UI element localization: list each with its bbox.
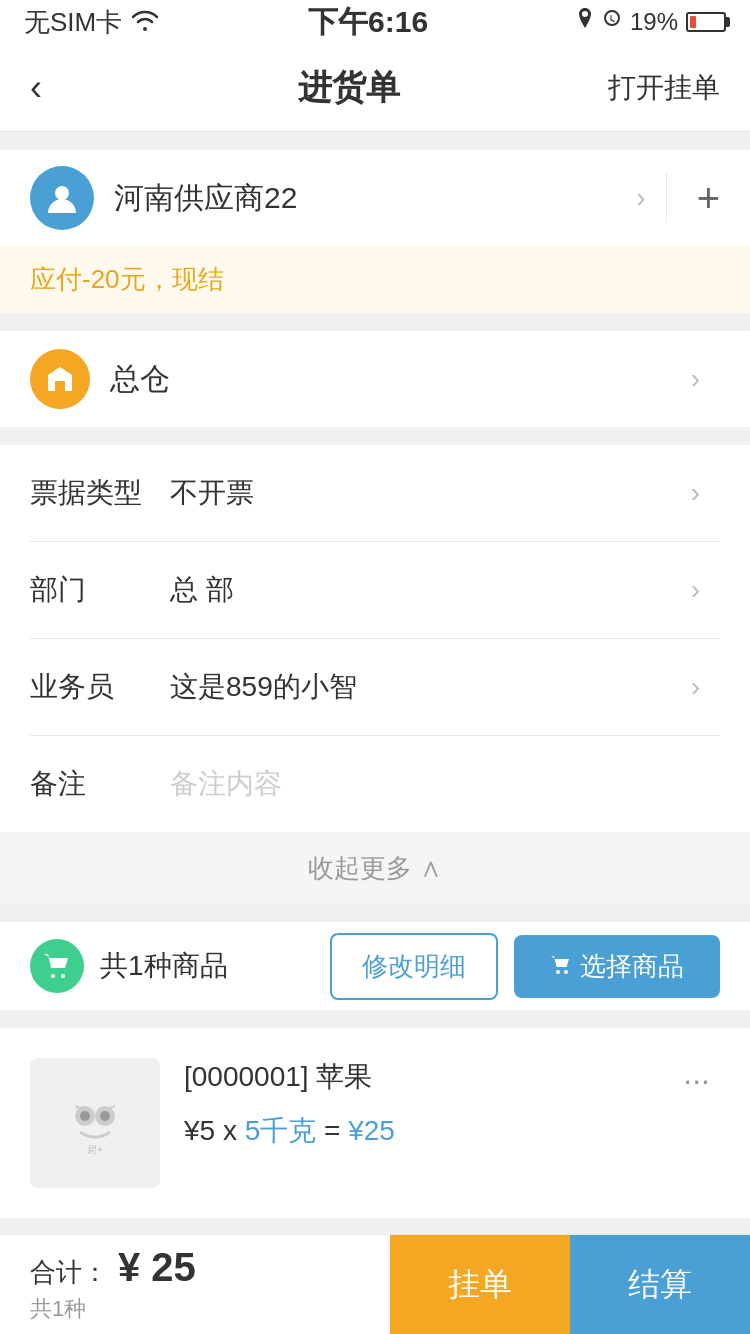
total-sub: 共1种 (30, 1294, 360, 1324)
battery-percent: 19% (630, 8, 678, 36)
add-button[interactable]: + (697, 176, 720, 221)
svg-point-9 (100, 1111, 110, 1121)
remarks-row[interactable]: 备注 备注内容 (0, 736, 750, 832)
status-left: 无SIM卡 (24, 5, 160, 40)
battery-icon (686, 12, 726, 32)
invoice-chevron-icon: › (691, 477, 700, 509)
section-gap-5 (0, 1010, 750, 1028)
alarm-icon (602, 8, 622, 36)
warehouse-row[interactable]: 总仓 › (0, 331, 750, 427)
product-item: 碧+ [0000001] 苹果 ¥5 x 5千克 = ¥25 ··· (0, 1028, 750, 1218)
product-count-label: 共1种商品 (100, 947, 330, 985)
department-chevron-icon: › (691, 574, 700, 606)
price-unit: ¥5 (184, 1115, 215, 1146)
warehouse-icon (30, 349, 90, 409)
page-title: 进货单 (298, 65, 400, 111)
status-right: 19% (576, 8, 726, 36)
product-name: [0000001] 苹果 (184, 1058, 649, 1096)
salesperson-chevron-icon: › (691, 671, 700, 703)
edit-detail-button[interactable]: 修改明细 (330, 933, 498, 1000)
warehouse-chevron-icon: › (691, 363, 700, 395)
equals-sign: = (316, 1115, 348, 1146)
nav-bar: ‹ 进货单 打开挂单 (0, 44, 750, 132)
salesperson-value: 这是859的小智 (170, 668, 691, 706)
quantity: 5千克 (245, 1115, 317, 1146)
supplier-chevron-icon: › (636, 182, 645, 214)
product-thumbnail: 碧+ (30, 1058, 160, 1188)
remarks-label: 备注 (30, 765, 170, 803)
checkout-button[interactable]: 结算 (570, 1235, 750, 1335)
invoice-type-label: 票据类型 (30, 474, 170, 512)
department-row[interactable]: 部门 总 部 › (0, 542, 750, 638)
total-amount: ¥ 25 (118, 1245, 196, 1290)
carrier-label: 无SIM卡 (24, 5, 122, 40)
salesperson-label: 业务员 (30, 668, 170, 706)
select-product-button[interactable]: 选择商品 (514, 935, 720, 998)
cart-icon (550, 951, 572, 982)
product-total: ¥25 (348, 1115, 395, 1146)
total-main: 合计： ¥ 25 (30, 1245, 360, 1290)
supplier-row[interactable]: 河南供应商22 › + (0, 150, 750, 246)
department-value: 总 部 (170, 571, 691, 609)
supplier-name: 河南供应商22 (114, 178, 636, 219)
svg-point-4 (556, 970, 560, 974)
location-icon (576, 8, 594, 36)
supplier-avatar (30, 166, 94, 230)
status-bar: 无SIM卡 下午6:16 19% (0, 0, 750, 44)
warehouse-card: 总仓 › (0, 331, 750, 427)
warehouse-name: 总仓 (110, 359, 691, 400)
department-label: 部门 (30, 571, 170, 609)
product-header: 共1种商品 修改明细 选择商品 (0, 922, 750, 1010)
bottom-bar: 合计： ¥ 25 共1种 挂单 结算 (0, 1234, 750, 1334)
total-label: 合计： (30, 1255, 108, 1290)
svg-point-5 (564, 970, 568, 974)
supplier-card: 河南供应商22 › + 应付-20元，现结 (0, 150, 750, 313)
wifi-icon (130, 7, 160, 38)
product-info: [0000001] 苹果 ¥5 x 5千克 = ¥25 (184, 1058, 649, 1150)
back-button[interactable]: ‹ (30, 67, 90, 109)
vertical-divider (666, 173, 667, 223)
status-time: 下午6:16 (308, 2, 428, 43)
product-icon (30, 939, 84, 993)
section-gap-1 (0, 132, 750, 150)
select-product-label: 选择商品 (580, 949, 684, 984)
svg-rect-1 (55, 381, 65, 391)
svg-point-8 (80, 1111, 90, 1121)
product-price: ¥5 x 5千克 = ¥25 (184, 1112, 649, 1150)
pend-button[interactable]: 挂单 (390, 1235, 570, 1335)
svg-point-3 (61, 974, 65, 978)
open-pending-button[interactable]: 打开挂单 (608, 69, 720, 107)
svg-point-2 (51, 974, 55, 978)
salesperson-row[interactable]: 业务员 这是859的小智 › (0, 639, 750, 735)
total-section: 合计： ¥ 25 共1种 (0, 1245, 390, 1324)
more-options-button[interactable]: ··· (673, 1058, 720, 1103)
remarks-input[interactable]: 备注内容 (170, 765, 720, 803)
multiply-sign: x (215, 1115, 245, 1146)
svg-point-0 (55, 186, 69, 200)
form-card: 票据类型 不开票 › 部门 总 部 › 业务员 这是859的小智 › 备注 备注… (0, 445, 750, 832)
section-gap-2 (0, 313, 750, 331)
invoice-type-value: 不开票 (170, 474, 691, 512)
section-gap-3 (0, 427, 750, 445)
collapse-bar[interactable]: 收起更多 ∧ (0, 832, 750, 904)
notice-bar: 应付-20元，现结 (0, 246, 750, 313)
invoice-type-row[interactable]: 票据类型 不开票 › (0, 445, 750, 541)
svg-text:碧+: 碧+ (87, 1144, 103, 1155)
section-gap-4 (0, 904, 750, 922)
